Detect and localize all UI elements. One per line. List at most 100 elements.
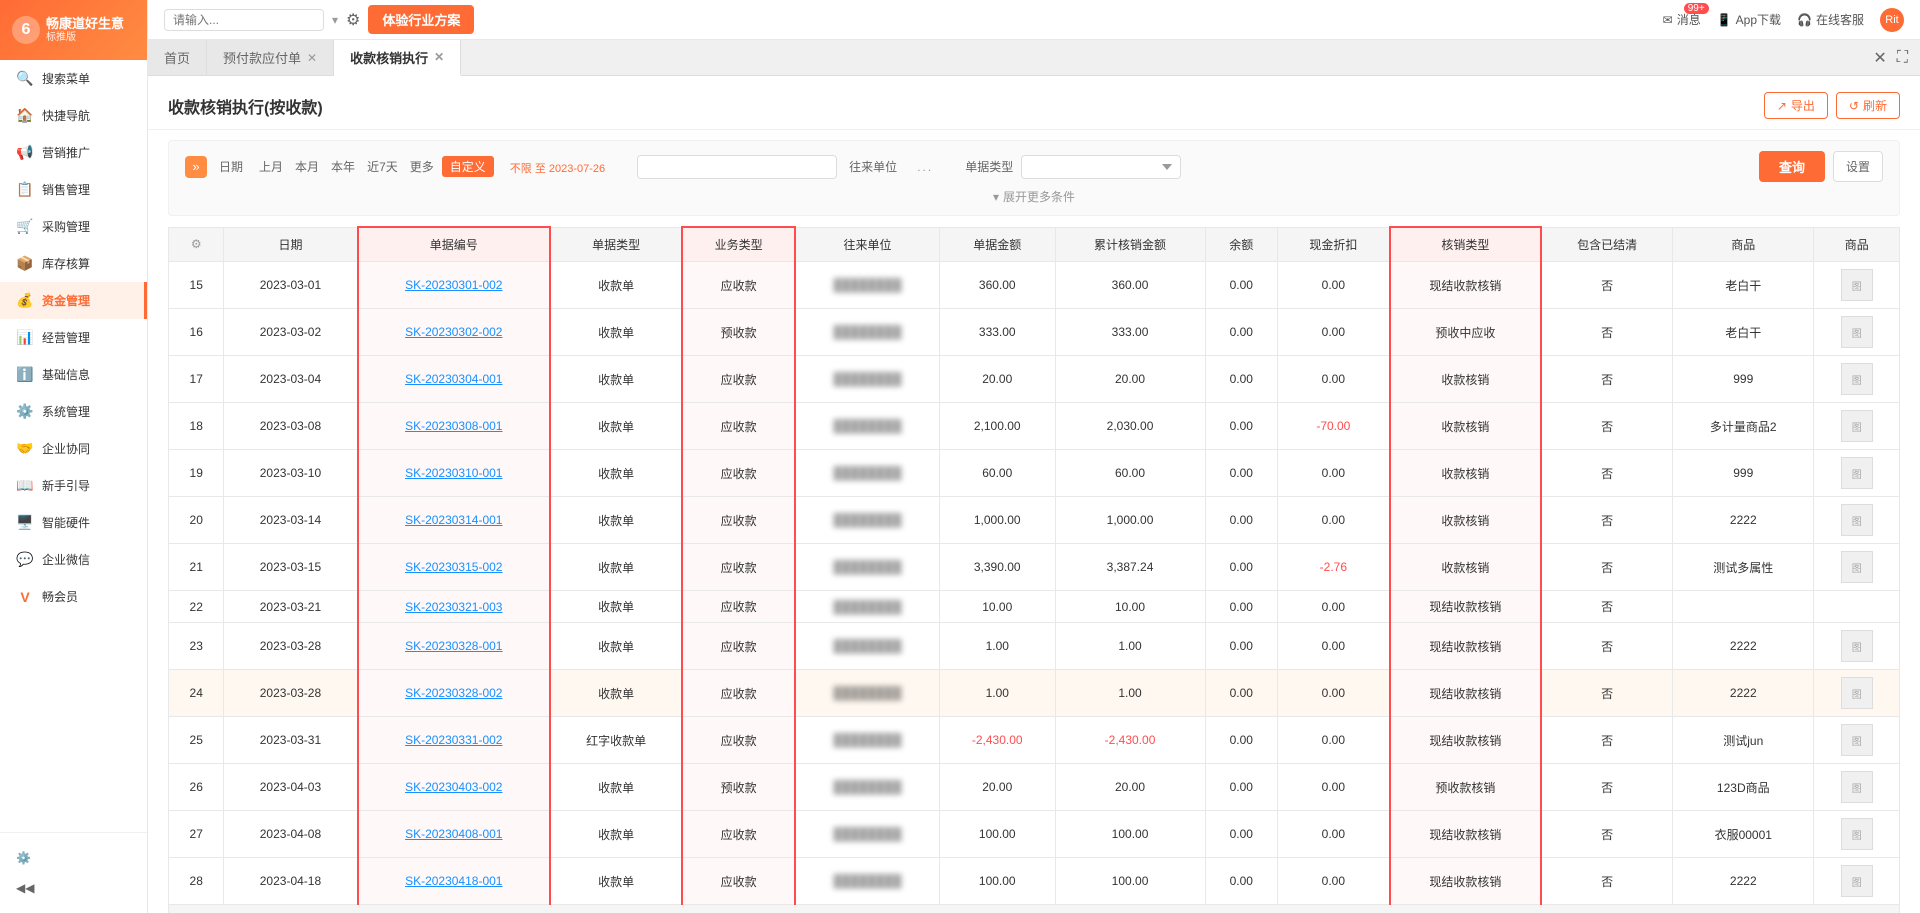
bill-no-link[interactable]: SK-20230314-001 (405, 513, 502, 527)
dropdown-arrow-icon[interactable]: ▾ (332, 13, 338, 27)
th-gear[interactable]: ⚙ (169, 227, 224, 262)
sidebar-item-operations[interactable]: 📊 经营管理 (0, 319, 147, 356)
sidebar-settings-btn[interactable]: ⚙️ (0, 843, 147, 873)
cell-cancel-type: 现结收款核销 (1390, 670, 1542, 717)
bill-no-link[interactable]: SK-20230403-002 (405, 780, 502, 794)
bill-no-link[interactable]: SK-20230315-002 (405, 560, 502, 574)
topbar-gear-icon[interactable]: ⚙ (346, 10, 360, 30)
sidebar-item-inventory[interactable]: 📦 库存核算 (0, 245, 147, 282)
bill-no-link[interactable]: SK-20230310-001 (405, 466, 502, 480)
vip-icon: V (16, 589, 34, 605)
sidebar-item-quick-nav[interactable]: 🏠 快捷导航 (0, 97, 147, 134)
cell-balance: 0.00 (1205, 403, 1278, 450)
sidebar-item-search[interactable]: 🔍 搜索菜单 (0, 60, 147, 97)
bill-no-link[interactable]: SK-20230418-001 (405, 874, 502, 888)
cell-included: 否 (1541, 262, 1672, 309)
this-year-btn[interactable]: 本年 (327, 156, 359, 177)
bill-no-link[interactable]: SK-20230301-002 (405, 278, 502, 292)
bill-no-link[interactable]: SK-20230308-001 (405, 419, 502, 433)
cell-no: 23 (169, 623, 224, 670)
cell-date: 2023-03-04 (224, 356, 358, 403)
cell-bill-type: 收款单 (550, 811, 682, 858)
cell-bill-no: SK-20230310-001 (358, 450, 551, 497)
bill-no-link[interactable]: SK-20230302-002 (405, 325, 502, 339)
expand-more-button[interactable]: ▾ 展开更多条件 (993, 188, 1075, 205)
cell-verified: 10.00 (1055, 591, 1205, 623)
bill-no-link[interactable]: SK-20230331-002 (405, 733, 502, 747)
bill-no-link[interactable]: SK-20230408-001 (405, 827, 502, 841)
finance-icon: 💰 (16, 292, 34, 309)
topbar-search-input[interactable] (164, 9, 324, 31)
inventory-icon: 📦 (16, 255, 34, 272)
cell-balance: 0.00 (1205, 309, 1278, 356)
cell-cancel-type: 现结收款核销 (1390, 262, 1542, 309)
this-month-btn[interactable]: 本月 (291, 156, 323, 177)
sidebar-item-basic[interactable]: ℹ️ 基础信息 (0, 356, 147, 393)
tab-collection-close[interactable]: ✕ (434, 50, 444, 64)
tab-collection[interactable]: 收款核销执行 ✕ (334, 40, 461, 76)
app-download-button[interactable]: 📱 App下载 (1717, 11, 1781, 28)
sidebar-item-guide[interactable]: 📖 新手引导 (0, 467, 147, 504)
receipt-type-label: 单据类型 (965, 158, 1013, 175)
bill-no-link[interactable]: SK-20230321-003 (405, 600, 502, 614)
industry-solution-button[interactable]: 体验行业方案 (368, 5, 474, 34)
messages-button[interactable]: ✉ 消息 99+ (1663, 11, 1701, 28)
sidebar-bottom: ⚙️ ◀◀ (0, 832, 147, 913)
partner-input[interactable] (637, 155, 837, 179)
cell-product-img: 图 (1814, 764, 1900, 811)
sidebar-item-sales[interactable]: 📋 销售管理 (0, 171, 147, 208)
message-icon: ✉ (1663, 13, 1673, 27)
sidebar-collapse-btn[interactable]: ◀◀ (0, 873, 147, 903)
filter-expand-button[interactable]: » (185, 156, 207, 178)
cell-no: 28 (169, 858, 224, 905)
more-date-btn[interactable]: 更多 (406, 156, 438, 177)
online-service-button[interactable]: 🎧 在线客服 (1797, 11, 1864, 28)
user-avatar[interactable]: Rit (1880, 8, 1904, 32)
cell-verified: 1.00 (1055, 670, 1205, 717)
sidebar-item-enterprise[interactable]: 🤝 企业协同 (0, 430, 147, 467)
cell-product-img: 图 (1814, 858, 1900, 905)
tab-prepay-close[interactable]: ✕ (307, 51, 317, 65)
sidebar-item-vip[interactable]: V 畅会员 (0, 578, 147, 615)
last-7days-btn[interactable]: 近7天 (363, 156, 402, 177)
export-button[interactable]: ↗ 导出 (1764, 92, 1828, 119)
cell-biz-type: 应收款 (682, 858, 795, 905)
cell-date: 2023-03-01 (224, 262, 358, 309)
sidebar-item-purchase[interactable]: 🛒 采购管理 (0, 208, 147, 245)
bill-no-link[interactable]: SK-20230328-001 (405, 639, 502, 653)
query-button[interactable]: 查询 (1759, 151, 1825, 182)
cell-date: 2023-04-18 (224, 858, 358, 905)
bill-no-link[interactable]: SK-20230328-002 (405, 686, 502, 700)
sidebar-item-wechat[interactable]: 💬 企业微信 (0, 541, 147, 578)
cell-balance: 0.00 (1205, 591, 1278, 623)
marketing-icon: 📢 (16, 144, 34, 161)
custom-date-btn[interactable]: 自定义 (442, 156, 494, 177)
maximize-button[interactable]: ⛶ (1897, 49, 1908, 67)
sidebar-item-finance[interactable]: 💰 资金管理 (0, 282, 147, 319)
cell-bill-no: SK-20230328-002 (358, 670, 551, 717)
cell-balance: 0.00 (1205, 623, 1278, 670)
cell-discount: 0.00 (1278, 262, 1390, 309)
topbar-left: ▾ ⚙ 体验行业方案 (164, 5, 1663, 34)
sidebar-item-system[interactable]: ⚙️ 系统管理 (0, 393, 147, 430)
tab-prepay[interactable]: 预付款应付单 ✕ (207, 40, 334, 75)
close-tab-button[interactable]: ✕ (1873, 48, 1886, 68)
cell-product: 多计量商品2 (1673, 403, 1814, 450)
cell-amount: 10.00 (939, 591, 1055, 623)
cell-no: 21 (169, 544, 224, 591)
cell-product: 测试多属性 (1673, 544, 1814, 591)
cell-bill-no: SK-20230331-002 (358, 717, 551, 764)
refresh-button[interactable]: ↺ 刷新 (1836, 92, 1900, 119)
tab-home[interactable]: 首页 (148, 40, 207, 75)
basic-icon: ℹ️ (16, 366, 34, 383)
wechat-icon: 💬 (16, 551, 34, 568)
sidebar-item-marketing[interactable]: 📢 营销推广 (0, 134, 147, 171)
expand-more-row: ▾ 展开更多条件 (185, 188, 1883, 205)
settings-button[interactable]: 设置 (1833, 151, 1883, 182)
bill-no-link[interactable]: SK-20230304-001 (405, 372, 502, 386)
receipt-type-select[interactable] (1021, 155, 1181, 179)
sidebar-item-hardware[interactable]: 🖥️ 智能硬件 (0, 504, 147, 541)
headset-icon: 🎧 (1797, 13, 1812, 27)
cell-cancel-type: 现结收款核销 (1390, 858, 1542, 905)
last-month-btn[interactable]: 上月 (255, 156, 287, 177)
